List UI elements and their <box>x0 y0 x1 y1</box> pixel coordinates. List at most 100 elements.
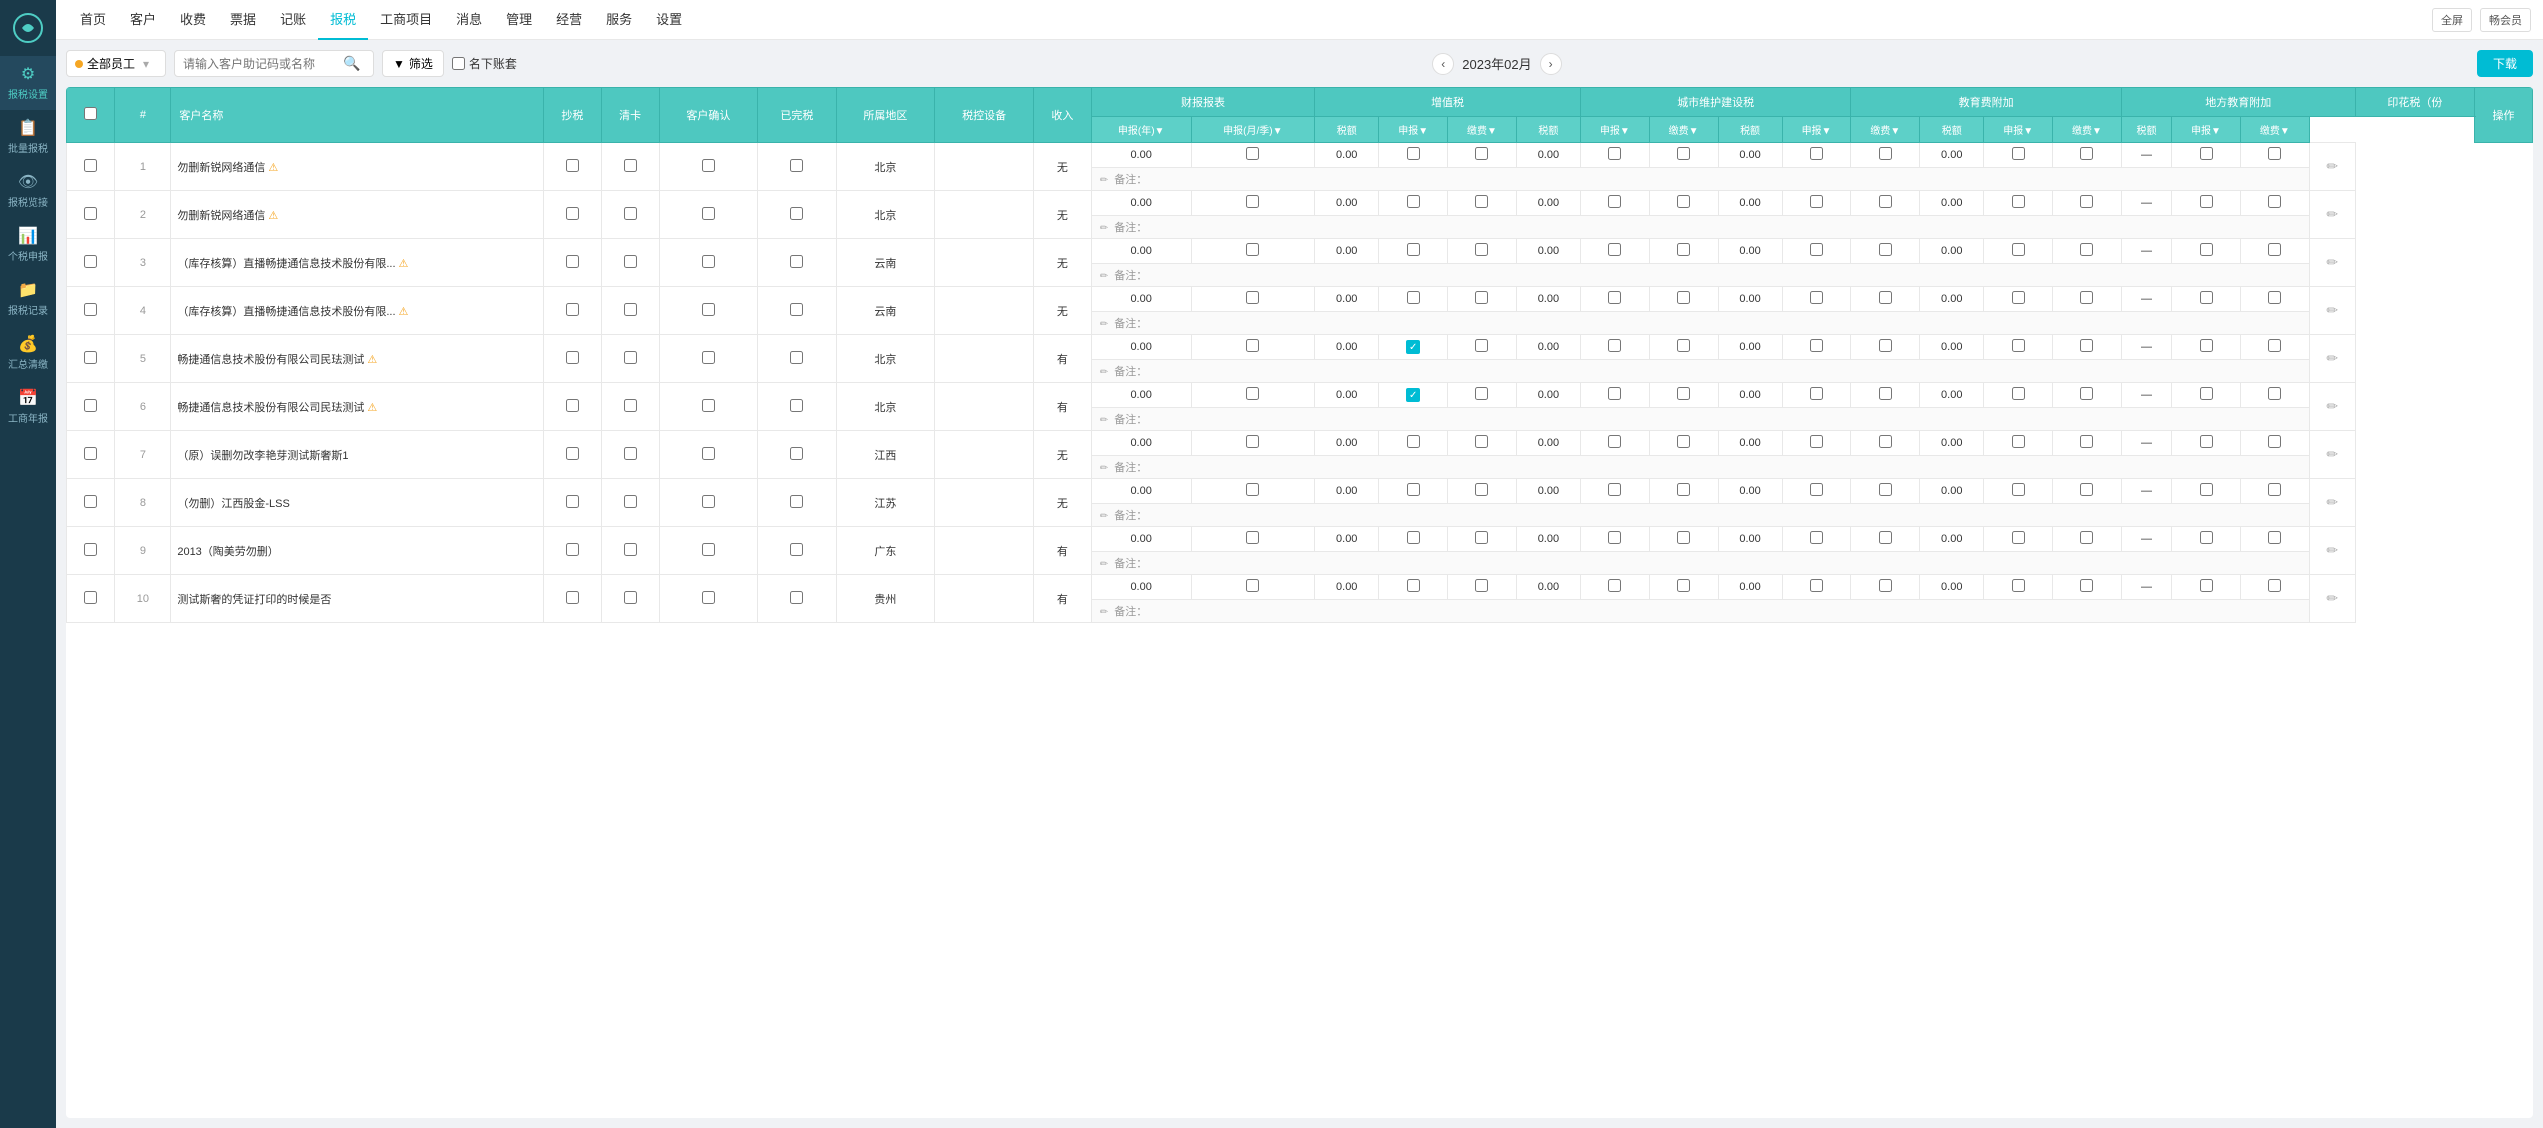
queren-cb[interactable] <box>702 351 715 364</box>
qingka-cb[interactable] <box>624 159 637 172</box>
chaoshui-cb[interactable] <box>566 399 579 412</box>
edit-icon[interactable]: ✏ <box>2326 446 2338 462</box>
cw-jiaofei-cb[interactable] <box>1677 243 1690 256</box>
yh-shenbao-cb[interactable] <box>2200 339 2213 352</box>
mingxia-checkbox[interactable] <box>452 57 465 70</box>
chaoshui-cb[interactable] <box>566 495 579 508</box>
chaoshui-cb[interactable] <box>566 543 579 556</box>
yiwanshu-cb[interactable] <box>790 399 803 412</box>
cw-jiaofei-cb[interactable] <box>1677 531 1690 544</box>
row-checkbox[interactable] <box>84 207 97 220</box>
queren-cb[interactable] <box>702 303 715 316</box>
yh-shenbao-cb[interactable] <box>2200 243 2213 256</box>
queren-cb[interactable] <box>702 495 715 508</box>
zz-jiaofei-cb[interactable] <box>1475 531 1488 544</box>
zz-jiaofei-cb[interactable] <box>1475 147 1488 160</box>
yiwanshu-cb[interactable] <box>790 159 803 172</box>
chaoshui-cb[interactable] <box>566 591 579 604</box>
sidebar-item-gongshang-nian[interactable]: 📅 工商年报 <box>0 380 56 434</box>
cw-jiaofei-cb[interactable] <box>1677 387 1690 400</box>
shenbao-nian-cb[interactable] <box>1246 531 1259 544</box>
jy-shenbao-cb[interactable] <box>1810 579 1823 592</box>
shenbao-nian-cb[interactable] <box>1246 147 1259 160</box>
zz-shenbao-cb[interactable] <box>1407 579 1420 592</box>
queren-cb[interactable] <box>702 399 715 412</box>
df-jiaofei-cb[interactable] <box>2080 531 2093 544</box>
df-shenbao-cb[interactable] <box>2012 483 2025 496</box>
yh-shenbao-cb[interactable] <box>2200 291 2213 304</box>
jy-shenbao-cb[interactable] <box>1810 435 1823 448</box>
df-shenbao-cb[interactable] <box>2012 387 2025 400</box>
cw-shenbao-cb[interactable] <box>1608 291 1621 304</box>
queren-cb[interactable] <box>702 447 715 460</box>
jy-jiaofei-cb[interactable] <box>1879 195 1892 208</box>
zz-jiaofei-cb[interactable] <box>1475 195 1488 208</box>
mingxia-checkbox-label[interactable]: 名下账套 <box>452 55 517 72</box>
queren-cb[interactable] <box>702 255 715 268</box>
row-checkbox[interactable] <box>84 591 97 604</box>
employee-select[interactable]: 全部员工 ▾ <box>66 50 166 77</box>
download-button[interactable]: 下载 <box>2477 50 2533 77</box>
edit-icon[interactable]: ✏ <box>2326 158 2338 174</box>
zz-jiaofei-cb[interactable] <box>1475 435 1488 448</box>
row-checkbox[interactable] <box>84 351 97 364</box>
row-checkbox[interactable] <box>84 255 97 268</box>
nav-piaoju[interactable]: 票据 <box>218 0 268 40</box>
edit-icon[interactable]: ✏ <box>2326 350 2338 366</box>
row-checkbox[interactable] <box>84 303 97 316</box>
th-zz-shenbao[interactable]: 申报▼ <box>1379 117 1448 143</box>
row-checkbox[interactable] <box>84 399 97 412</box>
nav-guanli[interactable]: 管理 <box>494 0 544 40</box>
zz-jiaofei-cb[interactable] <box>1475 243 1488 256</box>
zz-shenbao-cb[interactable] <box>1407 291 1420 304</box>
cw-shenbao-cb[interactable] <box>1608 387 1621 400</box>
th-cw-shenbao[interactable]: 申报▼ <box>1580 117 1649 143</box>
shenbao-nian-cb[interactable] <box>1246 435 1259 448</box>
edit-icon[interactable]: ✏ <box>2326 398 2338 414</box>
df-shenbao-cb[interactable] <box>2012 195 2025 208</box>
nav-fuwu[interactable]: 服务 <box>594 0 644 40</box>
row-checkbox[interactable] <box>84 159 97 172</box>
cw-shenbao-cb[interactable] <box>1608 339 1621 352</box>
chaoshui-cb[interactable] <box>566 447 579 460</box>
df-shenbao-cb[interactable] <box>2012 243 2025 256</box>
th-df-jiaofei[interactable]: 缴费▼ <box>2053 117 2122 143</box>
jy-shenbao-cb[interactable] <box>1810 147 1823 160</box>
zz-jiaofei-cb[interactable] <box>1475 483 1488 496</box>
th-jy-shenbao[interactable]: 申报▼ <box>1782 117 1851 143</box>
th-shenbao-yue[interactable]: 申报(月/季)▼ <box>1191 117 1315 143</box>
yh-jiaofei-cb[interactable] <box>2268 291 2281 304</box>
queren-cb[interactable] <box>702 207 715 220</box>
zz-shenbao-cb[interactable] <box>1407 531 1420 544</box>
row-checkbox[interactable] <box>84 495 97 508</box>
jy-shenbao-cb[interactable] <box>1810 387 1823 400</box>
date-prev-button[interactable]: ‹ <box>1432 53 1454 75</box>
zz-jiaofei-cb[interactable] <box>1475 291 1488 304</box>
df-shenbao-cb[interactable] <box>2012 531 2025 544</box>
jy-shenbao-cb[interactable] <box>1810 195 1823 208</box>
queren-cb[interactable] <box>702 159 715 172</box>
cw-shenbao-cb[interactable] <box>1608 147 1621 160</box>
shenbao-nian-cb[interactable] <box>1246 483 1259 496</box>
yiwanshu-cb[interactable] <box>790 495 803 508</box>
sidebar-item-baoshui-jilu[interactable]: 📁 报税记录 <box>0 272 56 326</box>
shenbao-nian-cb[interactable] <box>1246 195 1259 208</box>
shenbao-nian-cb[interactable] <box>1246 579 1259 592</box>
df-jiaofei-cb[interactable] <box>2080 579 2093 592</box>
yh-shenbao-cb[interactable] <box>2200 579 2213 592</box>
yiwanshu-cb[interactable] <box>790 351 803 364</box>
chaoshui-cb[interactable] <box>566 207 579 220</box>
jy-shenbao-cb[interactable] <box>1810 291 1823 304</box>
cw-jiaofei-cb[interactable] <box>1677 483 1690 496</box>
yh-jiaofei-cb[interactable] <box>2268 387 2281 400</box>
sidebar-item-piliang-baoshui[interactable]: 📋 批量报税 <box>0 110 56 164</box>
yiwanshu-cb[interactable] <box>790 591 803 604</box>
df-shenbao-cb[interactable] <box>2012 147 2025 160</box>
queren-cb[interactable] <box>702 591 715 604</box>
qingka-cb[interactable] <box>624 447 637 460</box>
cw-shenbao-cb[interactable] <box>1608 579 1621 592</box>
th-yh-shenbao[interactable]: 申报▼ <box>2172 117 2241 143</box>
df-jiaofei-cb[interactable] <box>2080 243 2093 256</box>
cw-jiaofei-cb[interactable] <box>1677 435 1690 448</box>
jy-jiaofei-cb[interactable] <box>1879 579 1892 592</box>
